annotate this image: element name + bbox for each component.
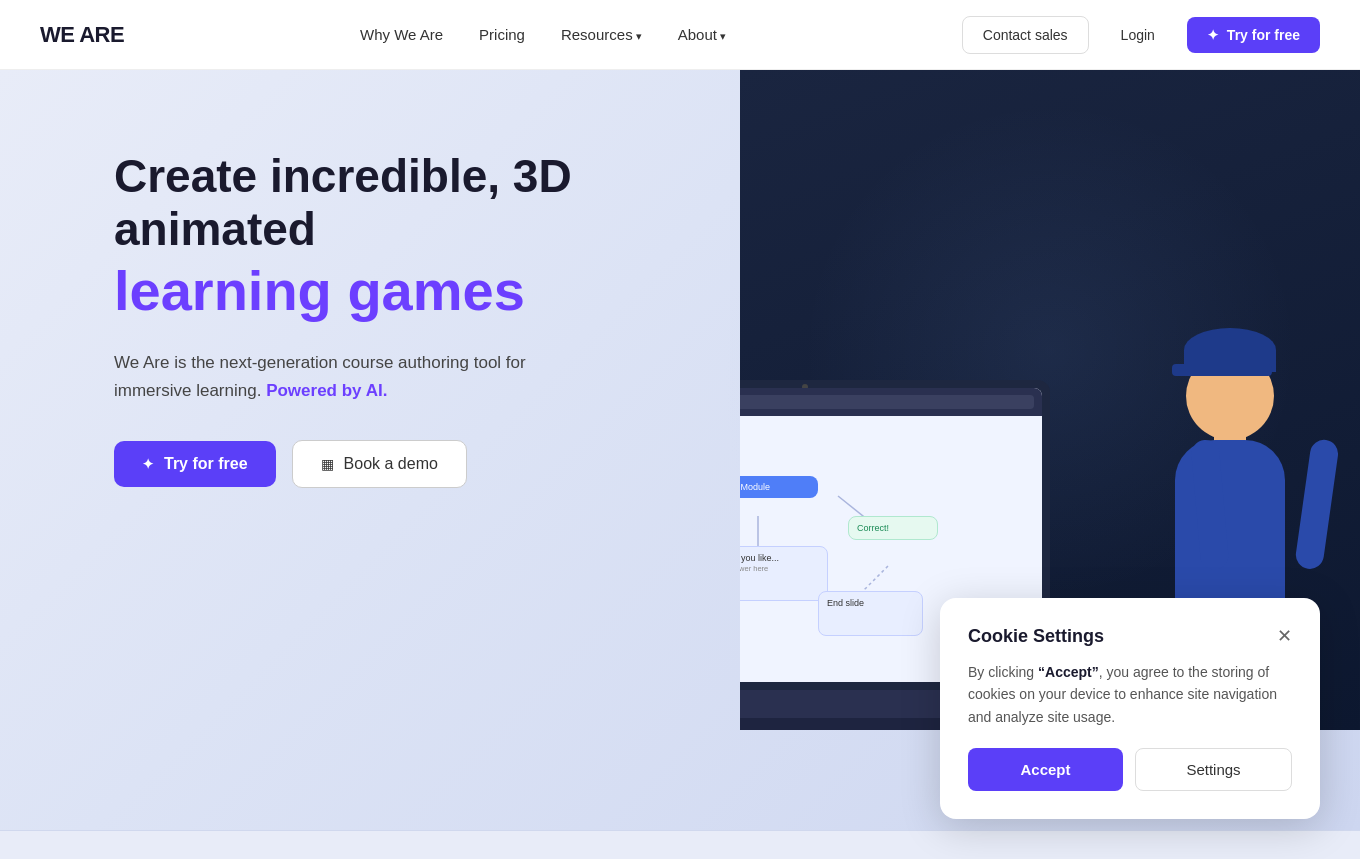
try-for-free-hero-label: Try for free	[164, 455, 248, 473]
cookie-accept-word: “Accept”	[1038, 664, 1099, 680]
nav-link-pricing[interactable]: Pricing	[479, 26, 525, 43]
hero-title-line2: learning games	[114, 260, 674, 322]
hero-buttons: Try for free Book a demo	[114, 440, 674, 488]
cookie-title: Cookie Settings	[968, 626, 1104, 647]
nav-actions: Contact sales Login Try for free	[962, 16, 1320, 54]
try-for-free-hero-button[interactable]: Try for free	[114, 441, 276, 487]
hero-text-block: Create incredible, 3D animated learning …	[114, 150, 674, 488]
try-for-free-nav-label: Try for free	[1227, 27, 1300, 43]
nav-item-about[interactable]: About	[678, 26, 726, 44]
nav-links: Why We Are Pricing Resources About	[360, 26, 726, 44]
site-logo[interactable]: WE ARE	[40, 22, 124, 48]
cookie-header: Cookie Settings ✕	[968, 626, 1292, 647]
nav-link-resources[interactable]: Resources	[561, 26, 642, 43]
nav-item-pricing[interactable]: Pricing	[479, 26, 525, 44]
hero-title-line1: Create incredible, 3D animated	[114, 150, 674, 256]
cookie-buttons: Accept Settings	[968, 748, 1292, 791]
sparkle-icon	[1207, 27, 1219, 43]
cookie-accept-button[interactable]: Accept	[968, 748, 1123, 791]
cookie-text: By clicking “Accept”, you agree to the s…	[968, 661, 1292, 728]
hero-powered-text: Powered by AI.	[266, 381, 387, 400]
cookie-settings-button[interactable]: Settings	[1135, 748, 1292, 791]
book-demo-button[interactable]: Book a demo	[292, 440, 467, 488]
navbar: WE ARE Why We Are Pricing Resources Abou…	[0, 0, 1360, 70]
sparkle-hero-icon	[142, 455, 154, 473]
login-button[interactable]: Login	[1101, 17, 1175, 53]
trusted-bar: Trusted by top organizations: ANTON SPOR…	[0, 830, 1360, 859]
cookie-body-prefix: By clicking	[968, 664, 1038, 680]
contact-sales-button[interactable]: Contact sales	[962, 16, 1089, 54]
cookie-close-button[interactable]: ✕	[1277, 627, 1292, 645]
book-demo-label: Book a demo	[344, 455, 438, 473]
nav-item-why[interactable]: Why We Are	[360, 26, 443, 44]
nav-link-why[interactable]: Why We Are	[360, 26, 443, 43]
hero-description: We Are is the next-generation course aut…	[114, 349, 604, 403]
try-for-free-nav-button[interactable]: Try for free	[1187, 17, 1320, 53]
demo-icon	[321, 455, 334, 473]
nav-link-about[interactable]: About	[678, 26, 726, 43]
nav-item-resources[interactable]: Resources	[561, 26, 642, 44]
cookie-banner: Cookie Settings ✕ By clicking “Accept”, …	[940, 598, 1320, 819]
